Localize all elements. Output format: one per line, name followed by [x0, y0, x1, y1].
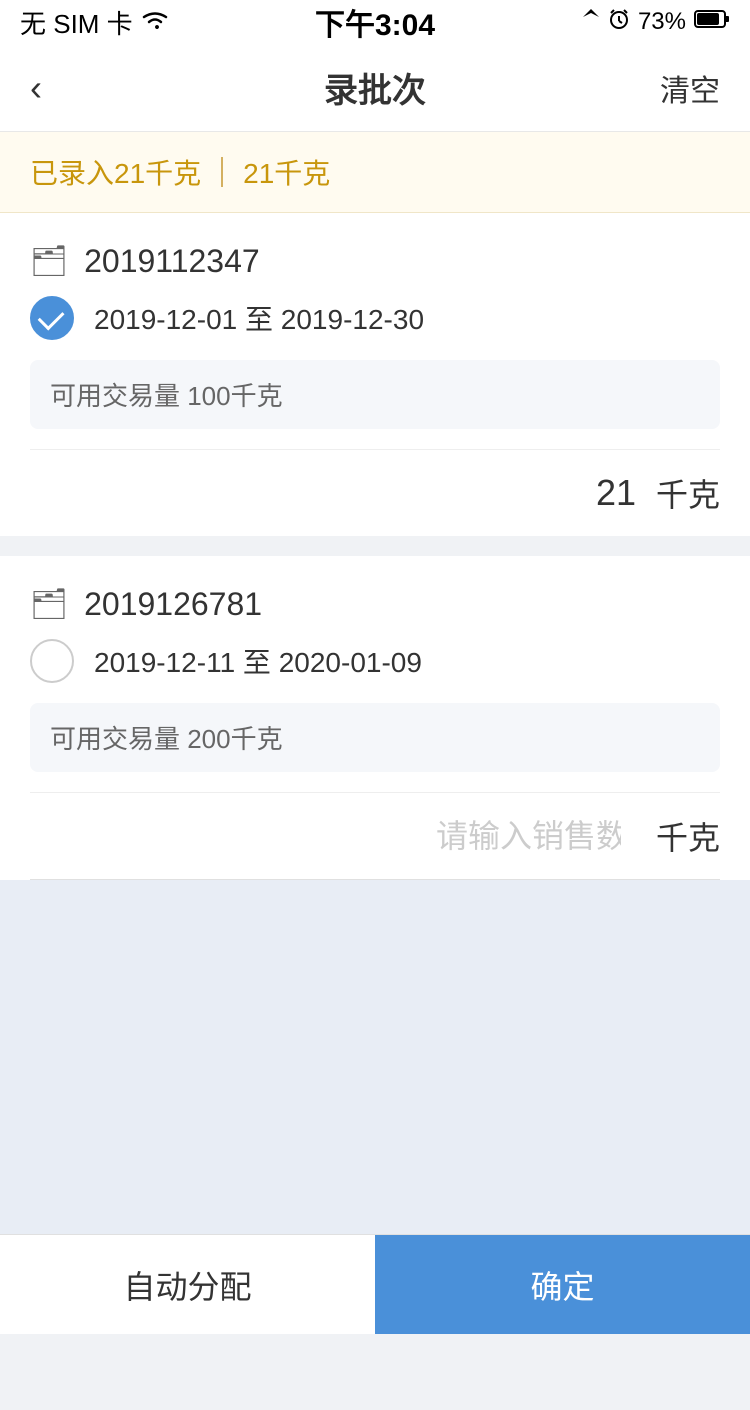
batch2-qty-input[interactable]: [436, 818, 636, 855]
batch1-id-row: 🗂 2019112347: [30, 243, 720, 280]
carrier-text: 无 SIM 卡: [20, 4, 133, 41]
batch1-id: 2019112347: [84, 243, 260, 280]
batch2-card: 🗂 2019126781 2019-12-11 至 2020-01-09 可用交…: [0, 556, 750, 880]
location-icon: [582, 8, 600, 37]
batch2-id-row: 🗂 2019126781: [30, 586, 720, 623]
batch1-date: 2019-12-01 至 2019-12-30: [94, 298, 424, 338]
status-bar-right: 73%: [582, 8, 730, 37]
batch2-id-icon: 🗂: [30, 587, 68, 622]
total-label: 21千克: [243, 152, 330, 192]
batch2-input-row: 千克: [30, 792, 720, 880]
auto-distribute-button[interactable]: 自动分配: [0, 1235, 375, 1334]
recorded-label: 已录入21千克: [30, 152, 201, 192]
batch1-input-row: 21 千克: [30, 449, 720, 536]
banner-divider: [221, 157, 223, 187]
alarm-icon: [608, 8, 630, 37]
batch1-available-qty: 可用交易量 100千克: [30, 360, 720, 429]
batch2-qty-unit: 千克: [656, 813, 720, 859]
batch1-id-icon: 🗂: [30, 244, 68, 279]
card-divider-1: [0, 536, 750, 556]
batch2-date: 2019-12-11 至 2020-01-09: [94, 641, 422, 681]
batch1-qty-value: 21: [596, 472, 636, 514]
wifi-icon: [141, 7, 169, 38]
battery-icon: [694, 8, 730, 36]
batch1-date-row[interactable]: 2019-12-01 至 2019-12-30: [30, 296, 720, 340]
info-banner: 已录入21千克 21千克: [0, 132, 750, 213]
status-bar: 无 SIM 卡 下午3:04: [0, 0, 750, 44]
page-title: 录批次: [324, 63, 426, 112]
clear-button[interactable]: 清空: [660, 66, 720, 110]
status-bar-time: 下午3:04: [315, 0, 435, 44]
nav-bar: ‹ 录批次 清空: [0, 44, 750, 132]
confirm-button[interactable]: 确定: [375, 1235, 750, 1334]
batch2-available-qty: 可用交易量 200千克: [30, 703, 720, 772]
battery-percentage: 73%: [638, 8, 686, 36]
batch2-date-row[interactable]: 2019-12-11 至 2020-01-09: [30, 639, 720, 683]
batch1-qty-unit: 千克: [656, 470, 720, 516]
batch1-radio[interactable]: [30, 296, 74, 340]
batch1-card: 🗂 2019112347 2019-12-01 至 2019-12-30 可用交…: [0, 213, 750, 536]
back-button[interactable]: ‹: [30, 67, 90, 109]
status-bar-left: 无 SIM 卡: [20, 4, 169, 41]
batch2-radio[interactable]: [30, 639, 74, 683]
bottom-bar: 自动分配 确定: [0, 1234, 750, 1334]
batch2-id: 2019126781: [84, 586, 262, 623]
